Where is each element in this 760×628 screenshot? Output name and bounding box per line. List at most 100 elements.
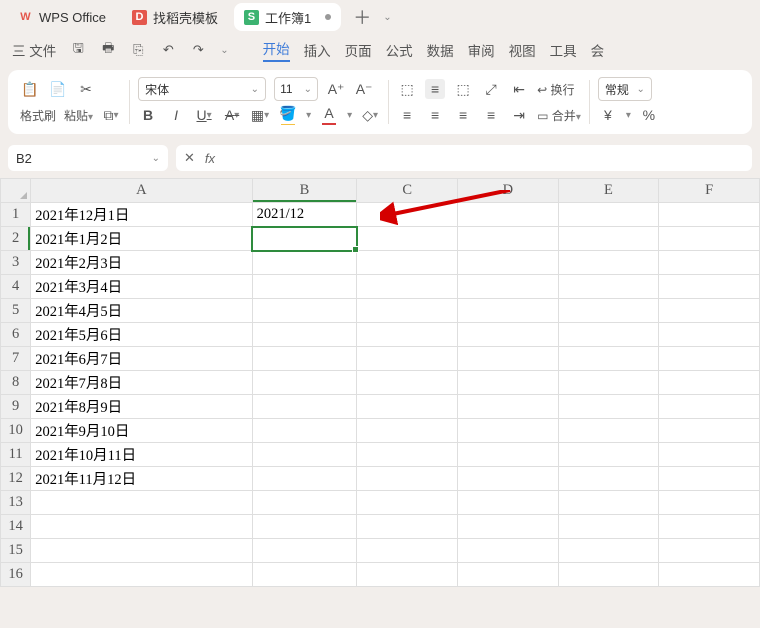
- cell[interactable]: [659, 563, 760, 587]
- tab-workbook1[interactable]: S 工作簿1: [234, 3, 341, 31]
- cell[interactable]: [31, 563, 252, 587]
- cell[interactable]: [558, 323, 659, 347]
- row-header[interactable]: 2: [1, 227, 31, 251]
- col-header-F[interactable]: F: [659, 179, 760, 203]
- cell[interactable]: [457, 515, 558, 539]
- row-header[interactable]: 3: [1, 251, 31, 275]
- align-top-button[interactable]: ⬚: [397, 79, 417, 99]
- row-header[interactable]: 10: [1, 419, 31, 443]
- currency-more[interactable]: ▾: [626, 110, 631, 121]
- cell[interactable]: [659, 323, 760, 347]
- cell[interactable]: [659, 227, 760, 251]
- print-icon[interactable]: 🖶: [100, 42, 116, 58]
- cell[interactable]: [31, 515, 252, 539]
- font-color-button[interactable]: A: [319, 105, 339, 125]
- cell[interactable]: [457, 563, 558, 587]
- cell[interactable]: [558, 539, 659, 563]
- row-header[interactable]: 8: [1, 371, 31, 395]
- cell[interactable]: [457, 299, 558, 323]
- row-header[interactable]: 14: [1, 515, 31, 539]
- name-box[interactable]: B2 ⌄: [8, 145, 168, 171]
- italic-button[interactable]: I: [166, 105, 186, 125]
- indent-decrease-button[interactable]: ⇤: [509, 79, 529, 99]
- cell[interactable]: [659, 539, 760, 563]
- cell[interactable]: [558, 347, 659, 371]
- menu-more[interactable]: 会: [591, 40, 605, 60]
- cell[interactable]: [357, 467, 458, 491]
- cell[interactable]: [357, 563, 458, 587]
- cell[interactable]: 2021年6月7日: [31, 347, 252, 371]
- cell[interactable]: [558, 275, 659, 299]
- menu-data[interactable]: 数据: [427, 40, 454, 60]
- cell[interactable]: [659, 419, 760, 443]
- menu-start[interactable]: 开始: [263, 38, 290, 62]
- cell[interactable]: [457, 539, 558, 563]
- cell[interactable]: [252, 323, 357, 347]
- cell[interactable]: 2021年2月3日: [31, 251, 252, 275]
- cell[interactable]: [357, 395, 458, 419]
- row-header[interactable]: 4: [1, 275, 31, 299]
- cell[interactable]: [457, 275, 558, 299]
- wrap-text-button[interactable]: ↩ 换行: [537, 81, 574, 98]
- cell[interactable]: [252, 299, 357, 323]
- align-middle-button[interactable]: ≡: [425, 79, 445, 99]
- cell[interactable]: [357, 515, 458, 539]
- row-header[interactable]: 1: [1, 203, 31, 227]
- row-header[interactable]: 15: [1, 539, 31, 563]
- cell[interactable]: [558, 491, 659, 515]
- align-bottom-button[interactable]: ⬚: [453, 79, 473, 99]
- row-header[interactable]: 6: [1, 323, 31, 347]
- menu-tools[interactable]: 工具: [550, 40, 577, 60]
- cell[interactable]: [457, 443, 558, 467]
- font-color-more[interactable]: ▾: [347, 110, 352, 121]
- cell[interactable]: [357, 443, 458, 467]
- menu-view[interactable]: 视图: [509, 40, 536, 60]
- cell[interactable]: [659, 395, 760, 419]
- cell[interactable]: [252, 419, 357, 443]
- qat-more-icon[interactable]: ⌄: [220, 45, 228, 56]
- cell[interactable]: [558, 299, 659, 323]
- borders-button[interactable]: ▦▾: [250, 105, 270, 125]
- col-header-C[interactable]: C: [357, 179, 458, 203]
- row-header[interactable]: 9: [1, 395, 31, 419]
- cell[interactable]: [457, 491, 558, 515]
- currency-button[interactable]: ¥: [598, 105, 618, 125]
- cell[interactable]: [252, 539, 357, 563]
- cell[interactable]: [252, 443, 357, 467]
- cell[interactable]: [252, 395, 357, 419]
- cell[interactable]: 2021/12: [252, 203, 357, 227]
- align-left-button[interactable]: ≡: [397, 105, 417, 125]
- row-header[interactable]: 7: [1, 347, 31, 371]
- cell[interactable]: [252, 563, 357, 587]
- col-header-B[interactable]: B: [252, 179, 357, 203]
- cell[interactable]: [252, 491, 357, 515]
- file-menu[interactable]: 三 文件: [12, 40, 56, 60]
- active-cell[interactable]: [252, 227, 357, 251]
- align-right-button[interactable]: ≡: [453, 105, 473, 125]
- cell[interactable]: [457, 347, 558, 371]
- cell[interactable]: [659, 443, 760, 467]
- row-header[interactable]: 12: [1, 467, 31, 491]
- tab-dockell-templates[interactable]: D 找稻壳模板: [122, 3, 228, 31]
- decrease-font-button[interactable]: A⁻: [354, 79, 374, 99]
- cancel-formula-icon[interactable]: ✕: [184, 150, 195, 166]
- cell[interactable]: [558, 419, 659, 443]
- copy-button[interactable]: ⧉▾: [101, 105, 121, 125]
- cell[interactable]: [357, 275, 458, 299]
- cell[interactable]: [252, 251, 357, 275]
- cell[interactable]: [558, 563, 659, 587]
- clear-format-button[interactable]: ◇▾: [360, 105, 380, 125]
- cell[interactable]: [558, 251, 659, 275]
- formula-bar[interactable]: ✕ fx: [176, 145, 752, 171]
- cell[interactable]: [659, 491, 760, 515]
- cell[interactable]: [659, 251, 760, 275]
- cell[interactable]: [659, 203, 760, 227]
- font-size-select[interactable]: 11⌄: [274, 77, 318, 101]
- col-header-D[interactable]: D: [457, 179, 558, 203]
- cell[interactable]: [457, 251, 558, 275]
- cell[interactable]: [252, 347, 357, 371]
- cell[interactable]: [558, 227, 659, 251]
- undo-icon[interactable]: ↶: [160, 42, 176, 58]
- cell[interactable]: [457, 419, 558, 443]
- cell[interactable]: [357, 347, 458, 371]
